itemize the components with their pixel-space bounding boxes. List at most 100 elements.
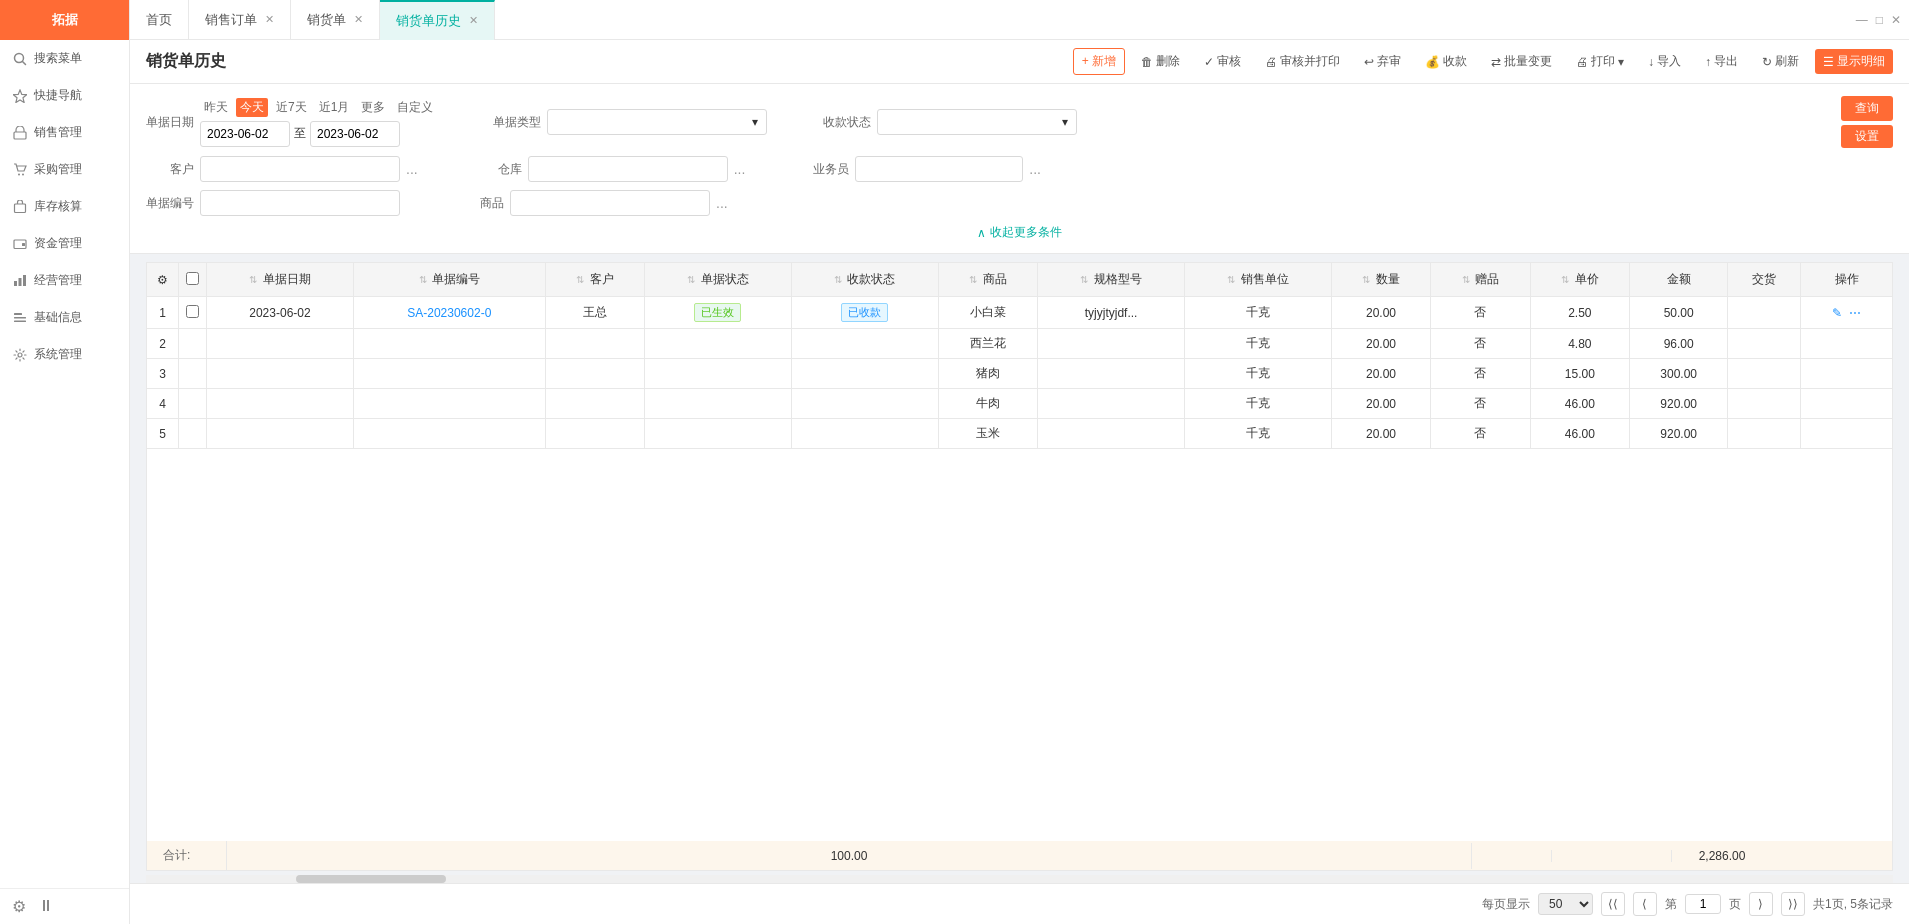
first-page-btn[interactable]: ⟨⟨ (1601, 892, 1625, 916)
th-settings[interactable]: ⚙ (147, 263, 179, 297)
th-sales-unit[interactable]: ⇅ 销售单位 (1184, 263, 1331, 297)
abandon-icon: ↩ (1364, 55, 1374, 69)
th-gift[interactable]: ⇅ 赠品 (1431, 263, 1530, 297)
salesperson-input[interactable] (855, 156, 1023, 182)
window-minimize-btn[interactable]: — (1856, 13, 1868, 27)
date-end-input[interactable] (310, 121, 400, 147)
table-empty-space (146, 449, 1893, 841)
date-tab-1month[interactable]: 近1月 (315, 98, 354, 117)
th-quantity[interactable]: ⇅ 数量 (1331, 263, 1430, 297)
show-detail-btn[interactable]: ☰ 显示明细 (1815, 49, 1893, 74)
svg-rect-10 (19, 278, 22, 286)
svg-marker-2 (13, 90, 26, 103)
review-print-btn[interactable]: 🖨 审核并打印 (1257, 49, 1348, 74)
edit-action-btn[interactable]: ✎ (1832, 306, 1842, 320)
sidebar-item-quick-nav[interactable]: 快捷导航 (0, 77, 129, 114)
horizontal-scrollbar[interactable] (146, 875, 1893, 883)
window-maximize-btn[interactable]: □ (1876, 13, 1883, 27)
warehouse-label: 仓库 (474, 161, 522, 178)
th-payment-status[interactable]: ⇅ 收款状态 (791, 263, 938, 297)
tab-sales-goods-close[interactable]: ✕ (354, 13, 363, 26)
payment-status-label: 收款状态 (823, 114, 871, 131)
window-close-btn[interactable]: ✕ (1891, 13, 1901, 27)
row-seq: 5 (147, 419, 179, 449)
pause-footer-icon[interactable]: ⏸ (38, 897, 54, 916)
select-all-checkbox[interactable] (186, 272, 199, 285)
filter-settings-btn[interactable]: 设置 (1841, 125, 1893, 148)
next-page-btn[interactable]: ⟩ (1749, 892, 1773, 916)
date-tab-yesterday[interactable]: 昨天 (200, 98, 232, 117)
goods-input[interactable] (510, 190, 710, 216)
tab-sales-order[interactable]: 销售订单 ✕ (189, 0, 291, 40)
tab-home[interactable]: 首页 (130, 0, 189, 40)
row-checkbox[interactable] (179, 297, 207, 329)
date-tab-custom[interactable]: 自定义 (393, 98, 437, 117)
sidebar-item-sys-mgmt[interactable]: 系统管理 (0, 336, 129, 373)
tab-sales-history[interactable]: 销货单历史 ✕ (380, 0, 495, 40)
sidebar-item-sales-mgmt[interactable]: 销售管理 (0, 114, 129, 151)
sidebar-item-purchase-mgmt[interactable]: 采购管理 (0, 151, 129, 188)
last-page-btn[interactable]: ⟩⟩ (1781, 892, 1805, 916)
more-action-btn[interactable]: ⋯ (1849, 306, 1861, 320)
th-customer[interactable]: ⇅ 客户 (545, 263, 644, 297)
customer-dots[interactable]: ... (406, 161, 418, 177)
new-btn[interactable]: + 新增 (1073, 48, 1125, 75)
th-order-no[interactable]: ⇅ 单据编号 (353, 263, 545, 297)
sidebar-item-sales-mgmt-label: 销售管理 (34, 124, 82, 141)
per-page-select[interactable]: 50 100 200 (1538, 893, 1593, 915)
th-spec-type[interactable]: ⇅ 规格型号 (1038, 263, 1185, 297)
order-no-link[interactable]: SA-20230602-0 (407, 306, 491, 320)
sidebar-item-search-menu[interactable]: 搜索菜单 (0, 40, 129, 77)
pagination: 每页显示 50 100 200 ⟨⟨ ⟨ 第 页 ⟩ ⟩⟩ 共1页, 5条记录 (130, 883, 1909, 924)
th-actions: 操作 (1801, 263, 1893, 297)
sidebar-item-ops-mgmt[interactable]: 经营管理 (0, 262, 129, 299)
date-start-input[interactable] (200, 121, 290, 147)
abandon-btn[interactable]: ↩ 弃审 (1356, 49, 1409, 74)
delete-btn[interactable]: 🗑 删除 (1133, 49, 1188, 74)
sidebar-item-basic-info[interactable]: 基础信息 (0, 299, 129, 336)
prev-page-btn[interactable]: ⟨ (1633, 892, 1657, 916)
import-btn[interactable]: ↓ 导入 (1640, 49, 1689, 74)
customer-input[interactable] (200, 156, 400, 182)
collect-btn[interactable]: 💰 收款 (1417, 49, 1475, 74)
row-date: 2023-06-02 (207, 297, 354, 329)
date-tab-more[interactable]: 更多 (357, 98, 389, 117)
filter-customer: 客户 ... (146, 156, 418, 182)
query-btn[interactable]: 查询 (1841, 96, 1893, 121)
goods-dots[interactable]: ... (716, 195, 728, 211)
refresh-btn[interactable]: ↻ 刷新 (1754, 49, 1807, 74)
sidebar-item-inventory-calc[interactable]: 库存核算 (0, 188, 129, 225)
review-btn[interactable]: ✓ 审核 (1196, 49, 1249, 74)
order-no-input[interactable] (200, 190, 400, 216)
payment-status-select[interactable]: ▾ (877, 109, 1077, 135)
svg-rect-3 (14, 132, 26, 139)
page-number-input[interactable] (1685, 894, 1721, 914)
svg-rect-12 (14, 313, 22, 315)
sidebar-item-purchase-mgmt-label: 采购管理 (34, 161, 82, 178)
main-area: 首页 销售订单 ✕ 销货单 ✕ 销货单历史 ✕ — □ ✕ 销货单历史 + 新增 (130, 0, 1909, 924)
collapse-filter-btn[interactable]: ∧ 收起更多条件 (146, 224, 1893, 241)
type-select[interactable]: ▾ (547, 109, 767, 135)
warehouse-dots[interactable]: ... (734, 161, 746, 177)
export-btn[interactable]: ↑ 导出 (1697, 49, 1746, 74)
th-unit-price[interactable]: ⇅ 单价 (1530, 263, 1629, 297)
batch-change-btn[interactable]: ⇄ 批量变更 (1483, 49, 1560, 74)
filter-row-3: 单据编号 商品 ... (146, 190, 1893, 216)
warehouse-input[interactable] (528, 156, 728, 182)
th-checkbox[interactable] (179, 263, 207, 297)
settings-footer-icon[interactable]: ⚙ (12, 897, 26, 916)
print-btn[interactable]: 🖨 打印 ▾ (1568, 49, 1632, 74)
scrollbar-thumb[interactable] (296, 875, 446, 883)
summary-amount-value: 2,286.00 (1672, 843, 1772, 869)
th-date[interactable]: ⇅ 单据日期 (207, 263, 354, 297)
date-tab-7days[interactable]: 近7天 (272, 98, 311, 117)
salesperson-dots[interactable]: ... (1029, 161, 1041, 177)
date-tab-today[interactable]: 今天 (236, 98, 268, 117)
tab-sales-order-close[interactable]: ✕ (265, 13, 274, 26)
table-settings-icon[interactable]: ⚙ (157, 273, 168, 287)
th-goods[interactable]: ⇅ 商品 (938, 263, 1037, 297)
tab-sales-goods[interactable]: 销货单 ✕ (291, 0, 380, 40)
tab-sales-history-close[interactable]: ✕ (469, 14, 478, 27)
th-order-status[interactable]: ⇅ 单据状态 (645, 263, 792, 297)
sidebar-item-fund-mgmt[interactable]: 资金管理 (0, 225, 129, 262)
